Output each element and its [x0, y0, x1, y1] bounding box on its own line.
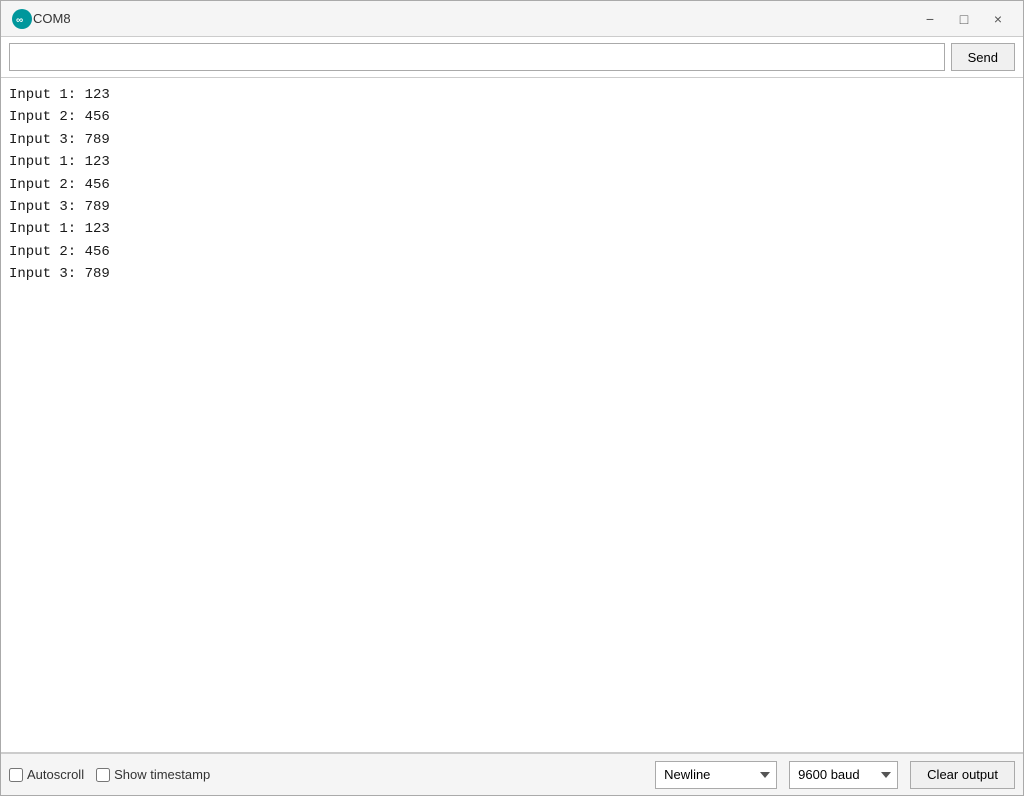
output-line: Input 2: 456	[9, 241, 1015, 263]
window-controls: − □ ×	[915, 8, 1013, 30]
serial-input[interactable]	[9, 43, 945, 71]
newline-dropdown-group: No line endingNewlineCarriage returnBoth…	[655, 761, 777, 789]
input-bar: Send	[1, 37, 1023, 78]
send-button[interactable]: Send	[951, 43, 1015, 71]
bottom-bar: Autoscroll Show timestamp No line ending…	[1, 753, 1023, 795]
clear-output-button[interactable]: Clear output	[910, 761, 1015, 789]
autoscroll-checkbox[interactable]	[9, 768, 23, 782]
output-line: Input 3: 789	[9, 263, 1015, 285]
timestamp-group: Show timestamp	[96, 767, 210, 782]
baud-select[interactable]: 300 baud1200 baud2400 baud4800 baud9600 …	[789, 761, 898, 789]
title-bar: ∞ COM8 − □ ×	[1, 1, 1023, 37]
output-line: Input 2: 456	[9, 174, 1015, 196]
output-line: Input 3: 789	[9, 129, 1015, 151]
window-title: COM8	[33, 11, 915, 26]
timestamp-label[interactable]: Show timestamp	[114, 767, 210, 782]
output-line: Input 1: 123	[9, 151, 1015, 173]
serial-output-area[interactable]: Input 1: 123Input 2: 456Input 3: 789Inpu…	[1, 78, 1023, 753]
output-line: Input 1: 123	[9, 218, 1015, 240]
output-line: Input 2: 456	[9, 106, 1015, 128]
maximize-button[interactable]: □	[949, 8, 979, 30]
output-line: Input 3: 789	[9, 196, 1015, 218]
autoscroll-group: Autoscroll	[9, 767, 84, 782]
output-line: Input 1: 123	[9, 84, 1015, 106]
close-button[interactable]: ×	[983, 8, 1013, 30]
arduino-logo-icon: ∞	[11, 8, 33, 30]
minimize-button[interactable]: −	[915, 8, 945, 30]
serial-monitor-window: ∞ COM8 − □ × Send Input 1: 123Input 2: 4…	[0, 0, 1024, 796]
timestamp-checkbox[interactable]	[96, 768, 110, 782]
autoscroll-label[interactable]: Autoscroll	[27, 767, 84, 782]
svg-text:∞: ∞	[16, 15, 23, 26]
newline-select[interactable]: No line endingNewlineCarriage returnBoth…	[655, 761, 777, 789]
baud-dropdown-group: 300 baud1200 baud2400 baud4800 baud9600 …	[789, 761, 898, 789]
